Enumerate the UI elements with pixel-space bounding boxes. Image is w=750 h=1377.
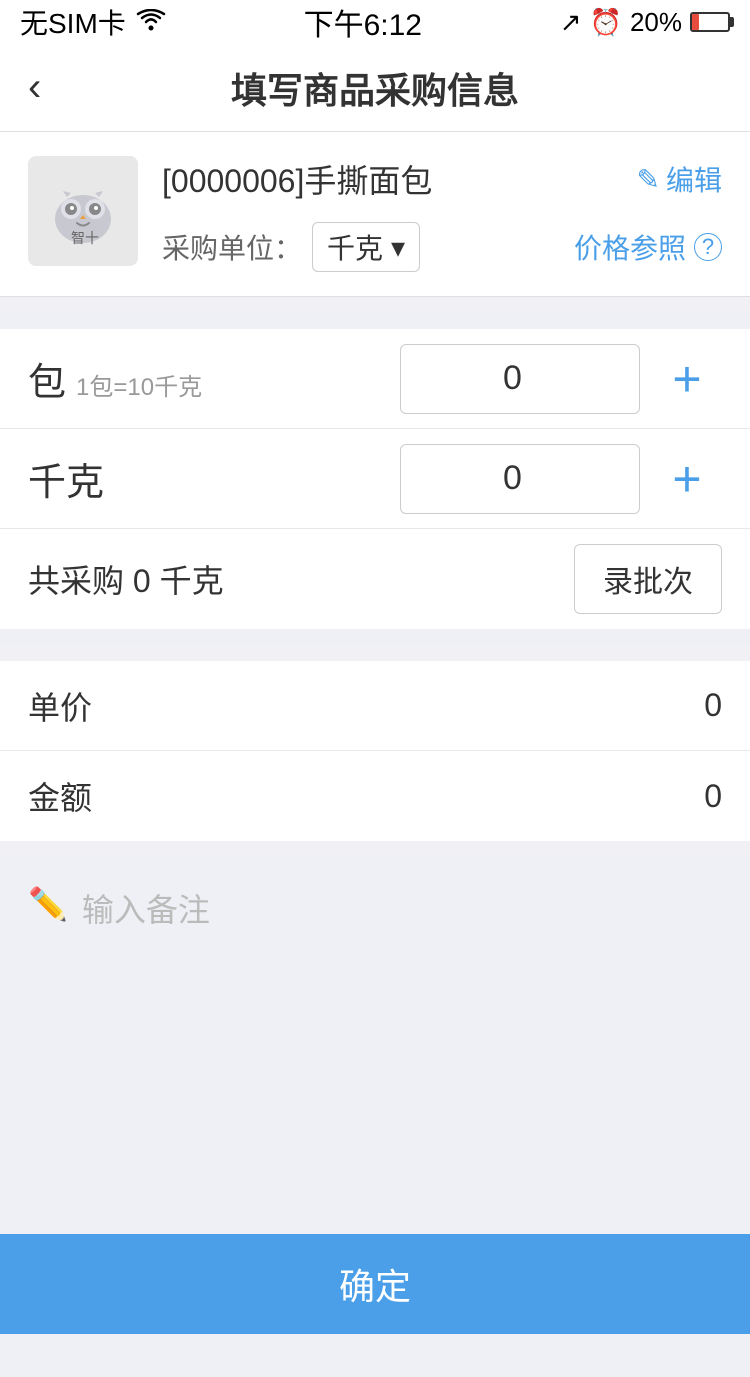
nav-bar: ‹ 填写商品采购信息 — [0, 44, 750, 132]
notes-section[interactable]: ✏️ 输入备注 — [0, 857, 750, 1057]
wifi-icon — [136, 6, 166, 38]
status-time: 下午6:12 — [304, 0, 422, 44]
summary-row: 共采购 0 千克 录批次 — [0, 529, 750, 629]
kg-plus-button[interactable]: + — [652, 444, 722, 514]
amount-row: 金额 0 — [0, 751, 750, 841]
help-icon: ? — [694, 233, 722, 261]
kg-input-row: 千克 + — [0, 429, 750, 529]
alarm-icon: ⏰ — [590, 7, 622, 38]
unit-select[interactable]: 千克 ▾ — [312, 222, 420, 272]
bao-input-row: 包 1包=10千克 + — [0, 329, 750, 429]
edit-button[interactable]: ✎ 编辑 — [637, 159, 722, 199]
confirm-bar[interactable]: 确定 — [0, 1234, 750, 1334]
product-info: [0000006]手撕面包 ✎ 编辑 采购单位： 千克 ▾ 价格参照 ? — [162, 156, 722, 272]
product-card: 智十 [0000006]手撕面包 ✎ 编辑 采购单位： 千克 ▾ 价格参照 ? — [0, 132, 750, 297]
bao-sublabel: 1包=10千克 — [76, 367, 202, 402]
bao-input[interactable] — [400, 344, 640, 414]
product-thumbnail: 智十 — [28, 156, 138, 266]
notes-placeholder: 输入备注 — [82, 885, 210, 931]
amount-value: 0 — [704, 778, 722, 815]
section-divider-1 — [0, 313, 750, 329]
confirm-label: 确定 — [339, 1258, 411, 1310]
page-title: 填写商品采购信息 — [231, 62, 519, 114]
info-section: 单价 0 金额 0 — [0, 661, 750, 841]
price-label: 单价 — [28, 683, 92, 729]
pencil-icon: ✏️ — [28, 885, 68, 923]
price-row: 单价 0 — [0, 661, 750, 751]
kg-input[interactable] — [400, 444, 640, 514]
carrier-text: 无SIM卡 — [20, 2, 126, 42]
summary-text: 共采购 0 千克 — [28, 556, 224, 602]
status-bar: 无SIM卡 下午6:12 ↗ ⏰ 20% — [0, 0, 750, 44]
product-name: [0000006]手撕面包 — [162, 156, 432, 202]
price-ref-label: 价格参照 — [574, 227, 686, 267]
svg-text:智十: 智十 — [71, 230, 99, 246]
location-icon: ↗ — [560, 7, 582, 38]
bao-plus-button[interactable]: + — [652, 344, 722, 414]
amount-label: 金额 — [28, 773, 92, 819]
unit-label: 采购单位： — [162, 227, 302, 267]
edit-label: 编辑 — [666, 159, 722, 199]
status-right: ↗ ⏰ 20% — [560, 7, 730, 38]
price-value: 0 — [704, 687, 722, 724]
unit-value: 千克 — [327, 227, 383, 267]
status-left: 无SIM卡 — [20, 2, 166, 42]
battery-text: 20% — [630, 7, 682, 38]
chevron-down-icon: ▾ — [391, 231, 405, 264]
bao-label: 包 — [28, 351, 66, 406]
edit-icon: ✎ — [637, 163, 660, 196]
price-reference-button[interactable]: 价格参照 ? — [574, 227, 722, 267]
batch-button[interactable]: 录批次 — [574, 544, 722, 614]
kg-label: 千克 — [28, 451, 104, 506]
section-divider-2 — [0, 629, 750, 645]
battery-icon — [690, 12, 730, 32]
back-button[interactable]: ‹ — [28, 65, 41, 110]
